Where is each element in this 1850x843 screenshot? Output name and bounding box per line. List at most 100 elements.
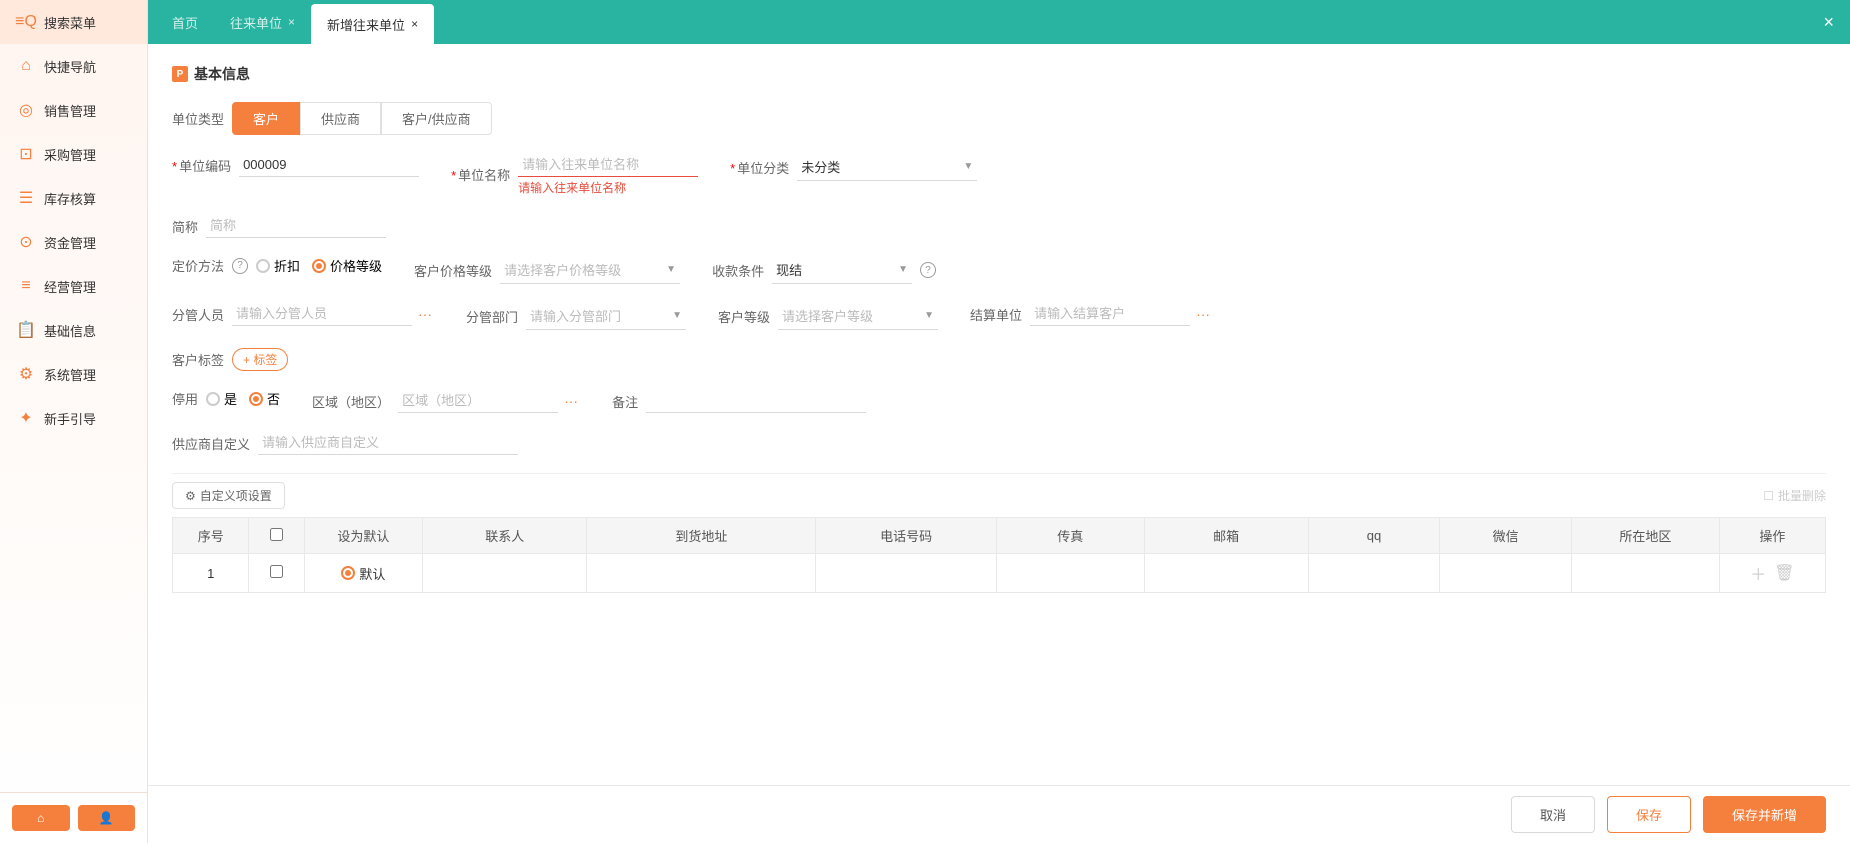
- unit-type-label: 单位类型: [172, 109, 224, 128]
- col-qq: qq: [1308, 518, 1440, 554]
- batch-delete-btn[interactable]: ☐ 批量删除: [1763, 487, 1826, 504]
- region-label: 区域（地区）: [312, 392, 390, 411]
- disable-field: 停用 是 否: [172, 389, 280, 408]
- save-new-button[interactable]: 保存并新增: [1703, 796, 1826, 833]
- row-wechat[interactable]: [1440, 554, 1572, 593]
- row-select-checkbox[interactable]: [270, 565, 283, 578]
- batch-delete-icon: ☐: [1763, 489, 1774, 503]
- note-label: 备注: [612, 392, 638, 411]
- category-field: 单位分类 未分类 ▼: [730, 153, 977, 181]
- category-select[interactable]: 未分类 ▼: [797, 153, 977, 181]
- tab-partners-close[interactable]: ×: [288, 16, 295, 28]
- payment-terms-label: 收款条件: [712, 261, 764, 280]
- row-region[interactable]: [1571, 554, 1719, 593]
- col-region: 所在地区: [1571, 518, 1719, 554]
- sidebar-item-shortcut[interactable]: ⌂ 快捷导航: [0, 44, 147, 88]
- unit-type-both-btn[interactable]: 客户/供应商: [381, 102, 492, 135]
- del-row-btn[interactable]: 🗑: [1774, 563, 1794, 583]
- unit-type-supplier-btn[interactable]: 供应商: [300, 102, 381, 135]
- settlement-field: 结算单位 ···: [970, 302, 1212, 326]
- qq-input[interactable]: [1344, 566, 1404, 581]
- sidebar-item-system[interactable]: ⚙ 系统管理: [0, 352, 147, 396]
- customer-price-level-placeholder: 请选择客户价格等级: [504, 260, 621, 279]
- unit-type-field: 单位类型 客户 供应商 客户/供应商: [172, 102, 492, 135]
- save-button[interactable]: 保存: [1607, 796, 1691, 833]
- contact-input[interactable]: [465, 566, 545, 581]
- payment-terms-arrow: ▼: [898, 264, 908, 275]
- disable-yes-radio[interactable]: 是: [206, 389, 237, 408]
- tag-label: 客户标签: [172, 350, 224, 369]
- fax-input[interactable]: [1035, 566, 1105, 581]
- region-input[interactable]: [398, 389, 558, 413]
- pricing-row: 定价方法 ? 折扣 价格等级 客户价格等级 请选择客户价格等级: [172, 256, 1826, 284]
- pricing-level-radio[interactable]: 价格等级: [312, 256, 382, 275]
- row-email[interactable]: [1144, 554, 1308, 593]
- pricing-help-icon[interactable]: ?: [232, 258, 248, 274]
- code-input[interactable]: [239, 153, 419, 177]
- payment-terms-help-icon[interactable]: ?: [920, 262, 936, 278]
- email-input[interactable]: [1186, 566, 1266, 581]
- manager-dots-btn[interactable]: ···: [416, 306, 434, 322]
- add-row-btn[interactable]: ＋: [1750, 561, 1766, 585]
- note-input[interactable]: [646, 389, 866, 413]
- address-input[interactable]: [641, 566, 761, 581]
- sidebar: ≡Q 搜索菜单 ⌂ 快捷导航 ◎ 销售管理 ⊡ 采购管理 ☰ 库存核算 ⊙ 资金…: [0, 0, 148, 843]
- sidebar-item-guide[interactable]: ✦ 新手引导: [0, 396, 147, 440]
- add-tag-btn[interactable]: + 标签: [232, 348, 288, 371]
- settlement-input[interactable]: [1030, 302, 1190, 326]
- region-dots-btn[interactable]: ···: [562, 393, 580, 409]
- name-input[interactable]: [518, 153, 698, 177]
- row-qq[interactable]: [1308, 554, 1440, 593]
- customer-level-select[interactable]: 请选择客户等级 ▼: [778, 302, 938, 330]
- sidebar-item-sales[interactable]: ◎ 销售管理: [0, 88, 147, 132]
- tab-new-partner-close[interactable]: ×: [411, 18, 418, 30]
- tab-partners[interactable]: 往来单位 ×: [214, 0, 311, 44]
- sidebar-item-purchase[interactable]: ⊡ 采购管理: [0, 132, 147, 176]
- unit-type-customer-btn[interactable]: 客户: [232, 102, 300, 135]
- sales-icon: ◎: [16, 100, 36, 120]
- cancel-button[interactable]: 取消: [1511, 796, 1595, 833]
- tab-new-partner[interactable]: 新增往来单位 ×: [311, 4, 434, 44]
- sidebar-user-btn[interactable]: 👤: [78, 805, 136, 831]
- row-phone[interactable]: [816, 554, 996, 593]
- finance-icon: ⊙: [16, 232, 36, 252]
- disable-no-radio[interactable]: 否: [249, 389, 280, 408]
- shortcut-icon: ⌂: [16, 56, 36, 76]
- payment-terms-select[interactable]: 现结 ▼: [772, 256, 912, 284]
- sidebar-item-finance[interactable]: ⊙ 资金管理: [0, 220, 147, 264]
- row-address[interactable]: [587, 554, 816, 593]
- sidebar-home-btn[interactable]: ⌂: [12, 805, 70, 831]
- disable-no-circle: [249, 392, 263, 406]
- manager-input[interactable]: [232, 302, 412, 326]
- pricing-discount-radio[interactable]: 折扣: [256, 256, 300, 275]
- region-input-wrap: ···: [398, 389, 580, 413]
- wechat-input[interactable]: [1476, 566, 1536, 581]
- row-contact[interactable]: [423, 554, 587, 593]
- sidebar-item-basic[interactable]: 📋 基础信息: [0, 308, 147, 352]
- sidebar-item-search[interactable]: ≡Q 搜索菜单: [0, 0, 147, 44]
- sidebar-item-operations[interactable]: ≡ 经营管理: [0, 264, 147, 308]
- customer-price-level-select[interactable]: 请选择客户价格等级 ▼: [500, 256, 680, 284]
- system-icon: ⚙: [16, 364, 36, 384]
- sidebar-item-inventory[interactable]: ☰ 库存核算: [0, 176, 147, 220]
- row-default-radio[interactable]: [341, 566, 355, 580]
- abbr-input[interactable]: [206, 214, 386, 238]
- phone-input[interactable]: [861, 566, 951, 581]
- supplier-custom-input[interactable]: [258, 431, 518, 455]
- pricing-radio-group: 折扣 价格等级: [256, 256, 382, 275]
- settlement-dots-btn[interactable]: ···: [1194, 306, 1212, 322]
- row-region-input[interactable]: [1610, 566, 1680, 581]
- tabbar-close-all[interactable]: ×: [1815, 12, 1842, 33]
- tab-home[interactable]: 首页: [156, 0, 214, 44]
- custom-settings-btn[interactable]: ⚙ 自定义项设置: [172, 482, 285, 509]
- dept-select[interactable]: 请输入分管部门 ▼: [526, 302, 686, 330]
- select-all-checkbox[interactable]: [270, 528, 283, 541]
- sidebar-item-label: 销售管理: [44, 101, 96, 120]
- section-title: P 基本信息: [172, 64, 1826, 84]
- tabbar: 首页 往来单位 × 新增往来单位 × ×: [148, 0, 1850, 44]
- row-seq: 1: [173, 554, 249, 593]
- row-fax[interactable]: [996, 554, 1144, 593]
- col-checkbox[interactable]: [249, 518, 304, 554]
- row-checkbox[interactable]: [249, 554, 304, 593]
- settlement-input-wrap: ···: [1030, 302, 1212, 326]
